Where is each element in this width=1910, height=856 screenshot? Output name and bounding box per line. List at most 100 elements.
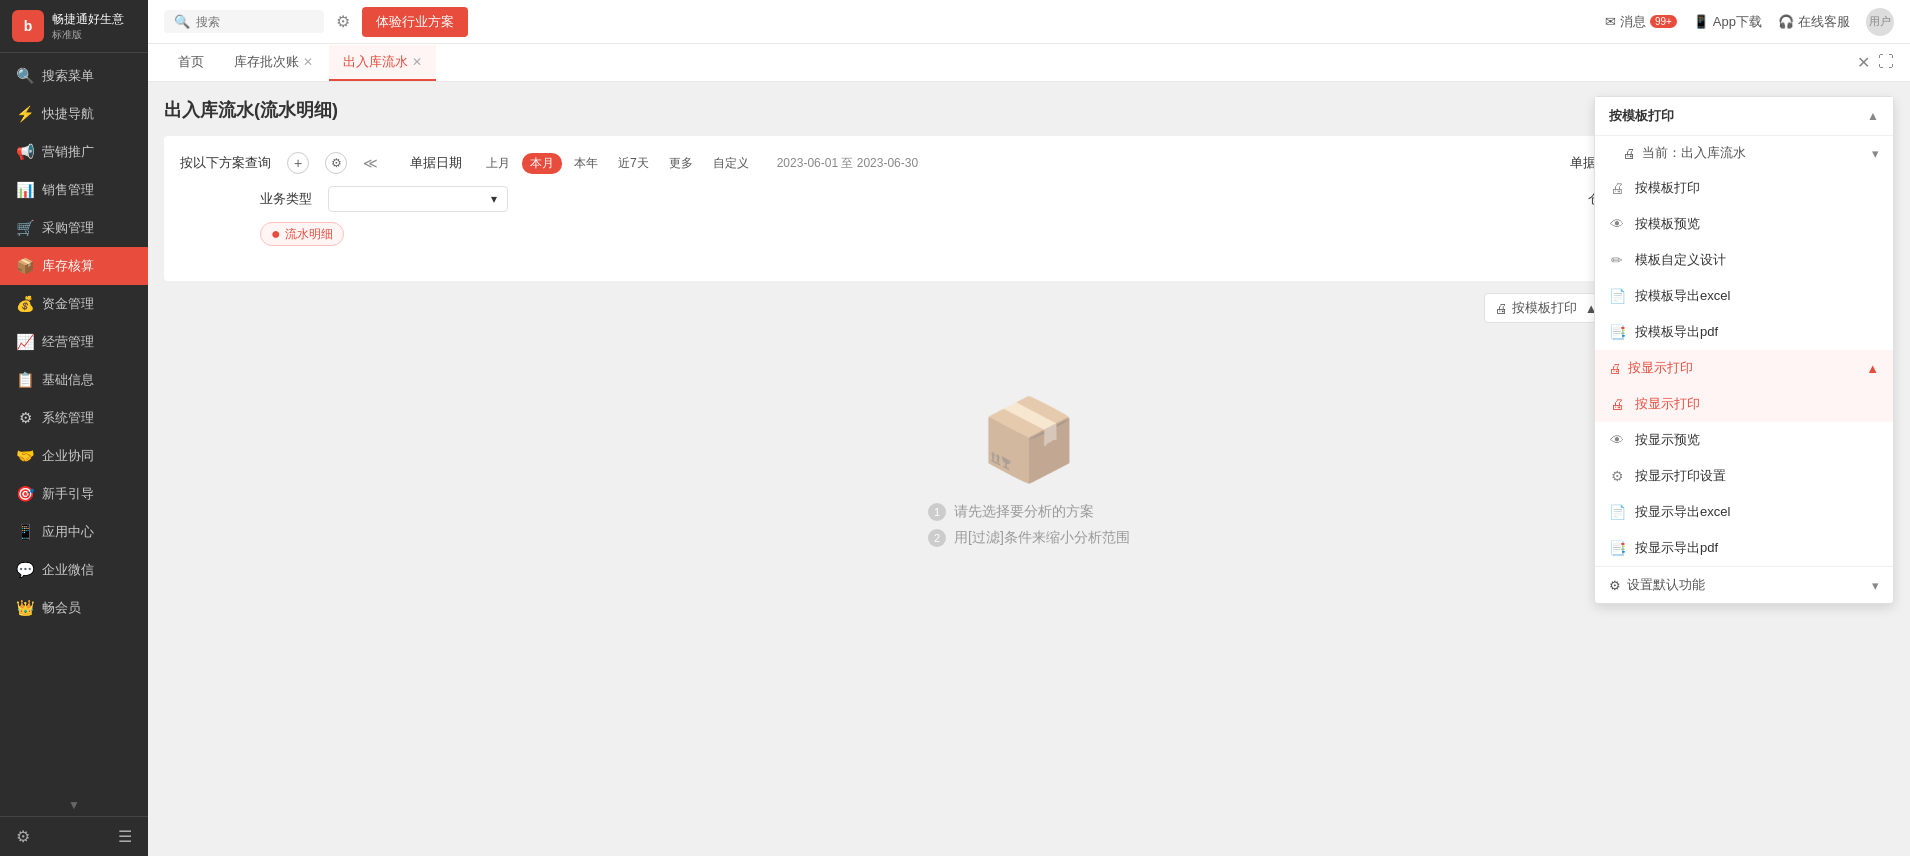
dp-header: 按模板打印 ▲ bbox=[1595, 97, 1893, 136]
dp-display-item-icon: ⚙ bbox=[1609, 468, 1625, 484]
dp-item-icon: ✏ bbox=[1609, 252, 1625, 268]
dp-header-right: ▲ bbox=[1867, 109, 1879, 123]
logo-text: 畅捷通好生意 标准版 bbox=[52, 11, 124, 42]
inventory-icon: 📦 bbox=[16, 257, 34, 275]
topbar-gear-icon[interactable]: ⚙ bbox=[336, 12, 350, 31]
dp-current-arrow-icon: ▾ bbox=[1872, 146, 1879, 161]
tab-出入库流水[interactable]: 出入库流水✕ bbox=[329, 45, 436, 81]
sidebar-item-marketing[interactable]: 📢营销推广 bbox=[0, 133, 148, 171]
tab-首页[interactable]: 首页 bbox=[164, 45, 218, 81]
date-tab-更多[interactable]: 更多 bbox=[661, 153, 701, 174]
date-tab-近7天[interactable]: 近7天 bbox=[610, 153, 657, 174]
user-avatar[interactable]: 用户 bbox=[1866, 8, 1894, 36]
dp-chevron-up-icon[interactable]: ▲ bbox=[1867, 109, 1879, 123]
date-range: 2023-06-01 至 2023-06-30 bbox=[777, 155, 918, 172]
dp-title: 按模板打印 bbox=[1609, 107, 1674, 125]
dp-display-item-icon: 🖨 bbox=[1609, 396, 1625, 412]
sidebar-item-guide[interactable]: 🎯新手引导 bbox=[0, 475, 148, 513]
flow-detail-tag[interactable]: ● 流水明细 bbox=[260, 222, 344, 246]
settings-icon[interactable]: ⚙ bbox=[16, 827, 30, 846]
tab-close-出入库流水[interactable]: ✕ bbox=[412, 55, 422, 69]
date-tab-本月[interactable]: 本月 bbox=[522, 153, 562, 174]
sidebar-item-quick-nav[interactable]: ⚡快捷导航 bbox=[0, 95, 148, 133]
sidebar-item-operations[interactable]: 📈经营管理 bbox=[0, 323, 148, 361]
dp-template-items: 🖨按模板打印👁按模板预览✏模板自定义设计📄按模板导出excel📑按模板导出pdf bbox=[1595, 170, 1893, 350]
date-tab-上月[interactable]: 上月 bbox=[478, 153, 518, 174]
print-dropdown-panel: 按模板打印 ▲ 🖨 当前：出入库流水 ▾ 🖨按模板打印👁按模板预览✏模板自定义设… bbox=[1594, 96, 1894, 604]
sidebar-item-inventory[interactable]: 📦库存核算 bbox=[0, 247, 148, 285]
dp-template-按模板导出excel[interactable]: 📄按模板导出excel bbox=[1595, 278, 1893, 314]
app-download-btn[interactable]: 📱 App下载 bbox=[1693, 13, 1762, 31]
dp-item-icon: 👁 bbox=[1609, 216, 1625, 232]
biz-type-dropdown[interactable]: ▾ bbox=[328, 186, 508, 212]
sidebar-item-sales[interactable]: 📊销售管理 bbox=[0, 171, 148, 209]
dp-template-按模板导出pdf[interactable]: 📑按模板导出pdf bbox=[1595, 314, 1893, 350]
dp-item-icon: 📑 bbox=[1609, 324, 1625, 340]
marketing-icon: 📢 bbox=[16, 143, 34, 161]
sidebar-item-wechat[interactable]: 💬企业微信 bbox=[0, 551, 148, 589]
print-icon: 🖨 bbox=[1495, 301, 1508, 316]
dp-display-按显示预览[interactable]: 👁按显示预览 bbox=[1595, 422, 1893, 458]
dp-display-section[interactable]: 🖨 按显示打印 ▲ bbox=[1595, 350, 1893, 386]
search-input[interactable] bbox=[196, 15, 314, 29]
empty-step-1: 1 请先选择要分析的方案 bbox=[928, 503, 1130, 521]
vip-icon: 👑 bbox=[16, 599, 34, 617]
dp-display-item-icon: 📑 bbox=[1609, 540, 1625, 556]
tab-库存批次账[interactable]: 库存批次账✕ bbox=[220, 45, 327, 81]
finance-icon: 💰 bbox=[16, 295, 34, 313]
guide-icon: 🎯 bbox=[16, 485, 34, 503]
menu-collapse-icon[interactable]: ☰ bbox=[118, 827, 132, 846]
sales-icon: 📊 bbox=[16, 181, 34, 199]
tab-close-库存批次账[interactable]: ✕ bbox=[303, 55, 313, 69]
service-btn[interactable]: 🎧 在线客服 bbox=[1778, 13, 1850, 31]
filter-collapse-btn[interactable]: ≪ bbox=[363, 155, 378, 171]
tab-expand-icon[interactable]: ⛶ bbox=[1878, 53, 1894, 72]
sidebar-bottom: ⚙ ☰ bbox=[0, 816, 148, 856]
sidebar-item-purchase[interactable]: 🛒采购管理 bbox=[0, 209, 148, 247]
dp-template-按模板打印[interactable]: 🖨按模板打印 bbox=[1595, 170, 1893, 206]
filter-settings-btn[interactable]: ⚙ bbox=[325, 152, 347, 174]
dp-display-item-icon: 👁 bbox=[1609, 432, 1625, 448]
trial-btn[interactable]: 体验行业方案 bbox=[362, 7, 468, 37]
wechat-icon: 💬 bbox=[16, 561, 34, 579]
tabs-bar-right: ✕ ⛶ bbox=[1857, 53, 1894, 72]
dp-item-icon: 🖨 bbox=[1609, 180, 1625, 196]
sidebar-item-finance[interactable]: 💰资金管理 bbox=[0, 285, 148, 323]
tab-close-all-icon[interactable]: ✕ bbox=[1857, 53, 1870, 72]
sidebar-item-system[interactable]: ⚙系统管理 bbox=[0, 399, 148, 437]
operations-icon: 📈 bbox=[16, 333, 34, 351]
sidebar-item-apps[interactable]: 📱应用中心 bbox=[0, 513, 148, 551]
dp-display-按显示打印[interactable]: 🖨按显示打印 bbox=[1595, 386, 1893, 422]
sidebar-nav: 🔍搜索菜单⚡快捷导航📢营销推广📊销售管理🛒采购管理📦库存核算💰资金管理📈经营管理… bbox=[0, 53, 148, 794]
quick-nav-icon: ⚡ bbox=[16, 105, 34, 123]
purchase-icon: 🛒 bbox=[16, 219, 34, 237]
dp-display-按显示导出pdf[interactable]: 📑按显示导出pdf bbox=[1595, 530, 1893, 566]
dp-display-按显示导出excel[interactable]: 📄按显示导出excel bbox=[1595, 494, 1893, 530]
message-btn[interactable]: ✉ 消息 99+ bbox=[1605, 13, 1677, 31]
sidebar-item-collab[interactable]: 🤝企业协同 bbox=[0, 437, 148, 475]
sidebar-scroll-down[interactable]: ▼ bbox=[0, 794, 148, 816]
print-template-btn[interactable]: 🖨 按模板打印 ▲ bbox=[1484, 293, 1609, 323]
date-tab-自定义[interactable]: 自定义 bbox=[705, 153, 757, 174]
dp-display-按显示打印设置[interactable]: ⚙按显示打印设置 bbox=[1595, 458, 1893, 494]
tag-dot-icon: ● bbox=[271, 225, 281, 243]
message-icon: ✉ bbox=[1605, 14, 1616, 29]
search-box: 🔍 bbox=[164, 10, 324, 33]
dp-footer-arrow-icon: ▾ bbox=[1872, 578, 1879, 593]
page-content: 出入库流水(流水明细) 按以下方案查询 + ⚙ ≪ 单据日期 上月本月本年近7天… bbox=[148, 82, 1910, 856]
dp-template-按模板预览[interactable]: 👁按模板预览 bbox=[1595, 206, 1893, 242]
search-icon: 🔍 bbox=[16, 67, 34, 85]
filter-add-btn[interactable]: + bbox=[287, 152, 309, 174]
biz-type-label: 业务类型 bbox=[260, 190, 312, 208]
date-tab-本年[interactable]: 本年 bbox=[566, 153, 606, 174]
date-label: 单据日期 bbox=[410, 154, 462, 172]
dp-template-模板自定义设计[interactable]: ✏模板自定义设计 bbox=[1595, 242, 1893, 278]
dp-footer[interactable]: ⚙ 设置默认功能 ▾ bbox=[1595, 566, 1893, 603]
sidebar-item-vip[interactable]: 👑畅会员 bbox=[0, 589, 148, 627]
sidebar-logo: b 畅捷通好生意 标准版 bbox=[0, 0, 148, 53]
sidebar-item-basic[interactable]: 📋基础信息 bbox=[0, 361, 148, 399]
search-icon: 🔍 bbox=[174, 14, 190, 29]
dp-current[interactable]: 🖨 当前：出入库流水 ▾ bbox=[1595, 136, 1893, 170]
sidebar-item-search[interactable]: 🔍搜索菜单 bbox=[0, 57, 148, 95]
date-tabs: 上月本月本年近7天更多自定义 bbox=[478, 153, 757, 174]
